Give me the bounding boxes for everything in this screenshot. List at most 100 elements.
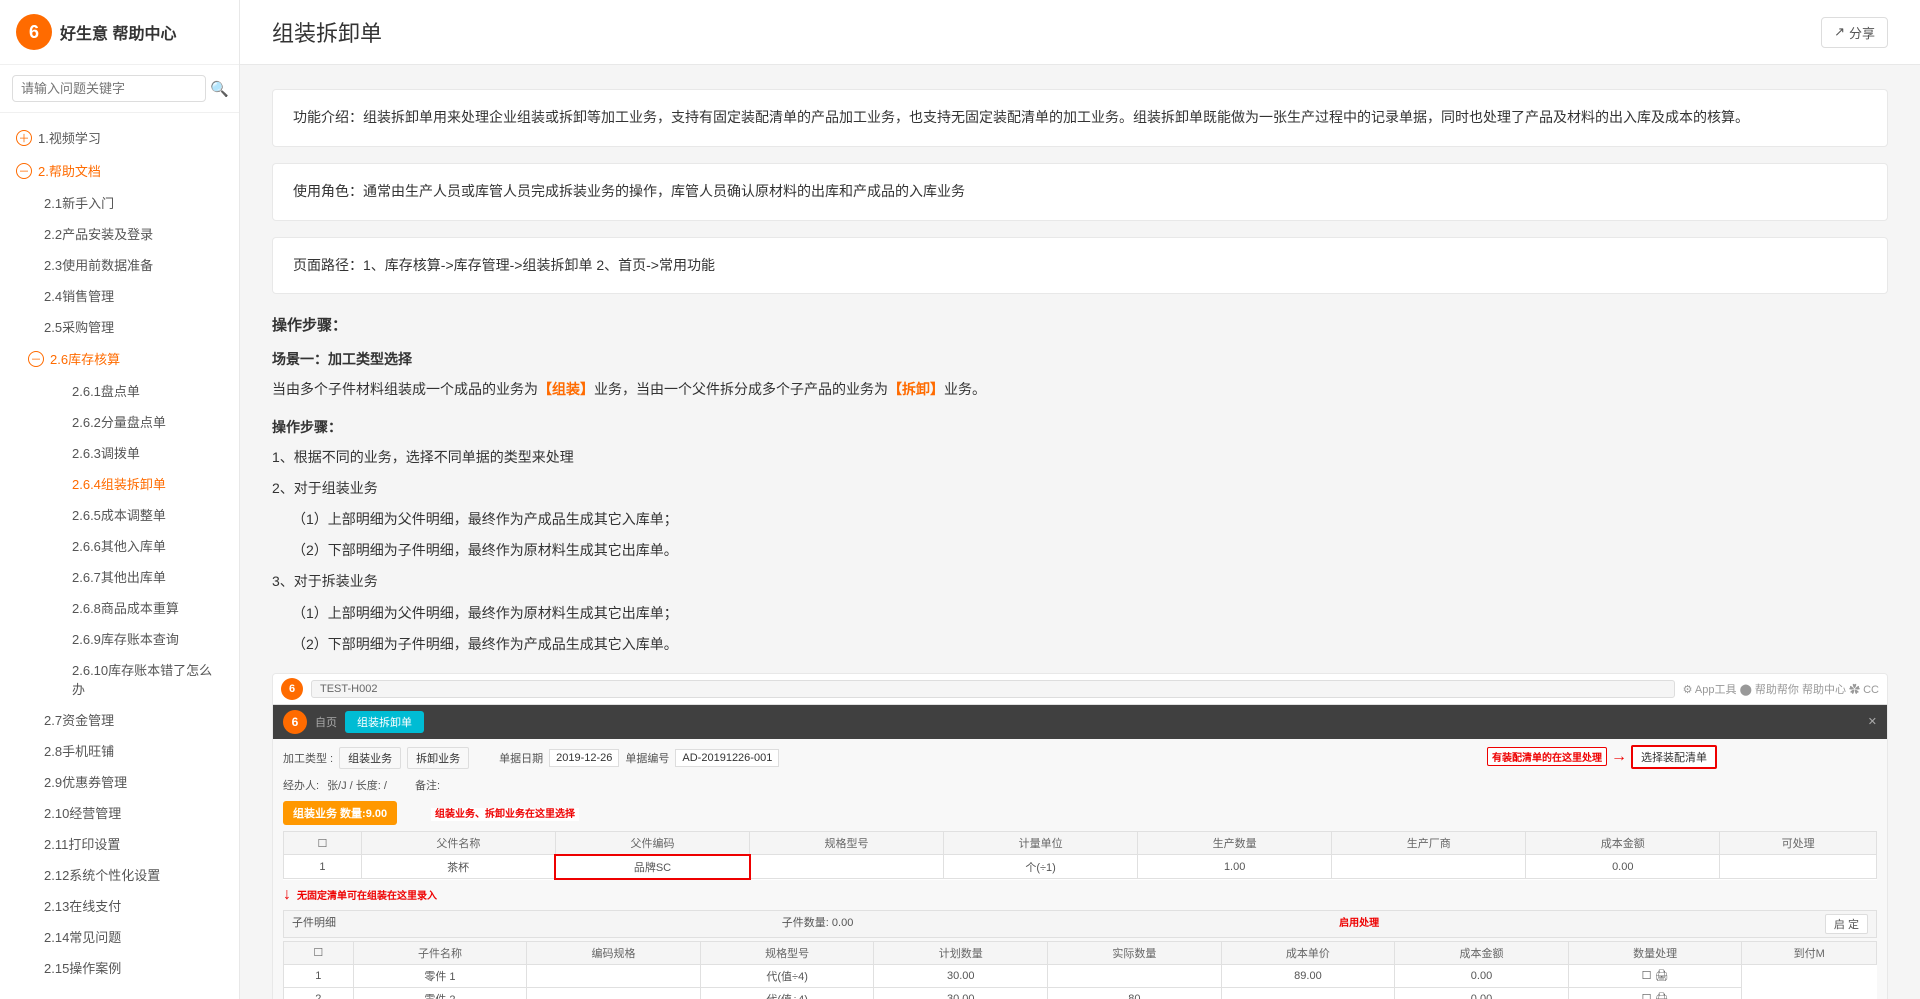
sidebar-item-2-4[interactable]: 2.4销售管理 [28,280,239,311]
sidebar-item-help-label: 2.帮助文档 [38,161,101,180]
ss-col-qty: 生产数量 [1138,831,1332,855]
ss-tab-active[interactable]: 组装拆卸单 [345,711,424,733]
annotation-enable: 启用处理 [1339,914,1379,934]
role-intro-block: 使用角色：通常由生产人员或库管人员完成拆装业务的操作，库管人员确认原材料的出库和… [272,163,1888,221]
sidebar-item-2-2[interactable]: 2.2产品安装及登录 [28,218,239,249]
main-header: 组装拆卸单 ↗ 分享 [240,0,1920,65]
ss-date-value[interactable]: 2019-12-26 [549,749,619,767]
ss-col-unit: 计量单位 [944,831,1138,855]
ss-date-label: 单据日期 [499,750,543,766]
annotation-no-bom: 无固定清单可在组装在这里录入 [297,887,437,902]
search-input[interactable] [12,75,206,102]
sidebar-item-video[interactable]: ＋ 1.视频学习 [0,121,239,154]
plus-icon: ＋ [16,130,32,146]
ss-enable-btn[interactable]: 启 定 [1825,914,1868,934]
ss-section-label-container: 组装业务 数量:9.00 组装业务、拆卸业务在这里选择 [283,801,1877,825]
ss-order-value[interactable]: AD-20191226-001 [675,749,779,767]
sidebar-item-help-docs[interactable]: － 2.帮助文档 2.1新手入门 2.2产品安装及登录 2.3使用前数据准备 2… [0,154,239,983]
steps-title: 操作步骤： [272,417,1888,437]
step-1: 1、根据不同的业务，选择不同单据的类型来处理 [272,445,1888,470]
sidebar-item-2-6-4[interactable]: 2.6.4组装拆卸单 [56,468,239,499]
ss-info-row: 经办人: 张/J / 长度: / 备注: [283,777,1877,793]
ss-topbar: 6 TEST-H002 ⚙ App工具 ⬤ 帮助帮你 帮助中心 ✿ CC [273,674,1887,705]
sidebar-item-2-14[interactable]: 2.14常见问题 [28,921,239,952]
step-2: 2、对于组装业务 [272,476,1888,501]
search-area: 🔍 [0,65,239,113]
scene1-title: 场景一：加工类型选择 [272,349,1888,369]
ss-col-mfr: 生产厂商 [1332,831,1526,855]
sidebar-item-2-3[interactable]: 2.3使用前数据准备 [28,249,239,280]
scene1-desc: 当由多个子件材料组装成一个成品的业务为【组装】业务，当由一个父件拆分成多个子产品… [272,377,1888,402]
sidebar-item-2-6-7[interactable]: 2.6.7其他出库单 [56,561,239,592]
table-row: 2 零件 2 代(值÷4) 30.00 80 0.00 ☐ 🖨 [284,987,1877,999]
nav-tree: ＋ 1.视频学习 － 2.帮助文档 2.1新手入门 2.2产品安装及登录 2.3… [0,113,239,999]
main-content: 组装拆卸单 ↗ 分享 功能介绍：组装拆卸单用来处理企业组装或拆卸等加工业务，支持… [240,0,1920,999]
page-title: 组装拆卸单 [272,16,382,48]
ss-type-label: 加工类型 : [283,750,333,766]
annotation-type-select: 组装业务、拆卸业务在这里选择 [431,808,579,821]
annotation-no-bom-container: ↓ 无固定清单可在组装在这里录入 [283,886,1877,904]
ss-order-label: 单据编号 [625,750,669,766]
table-row: 1 茶杯 品牌SC 个(÷1) 1.00 0.00 [284,855,1877,879]
sidebar-item-2-11[interactable]: 2.11打印设置 [28,828,239,859]
ss-nav-right: ✕ [1868,715,1877,728]
ss-nav-bar: 6 自页 组装拆卸单 ✕ [273,705,1887,739]
sidebar-item-2-5[interactable]: 2.5采购管理 [28,311,239,342]
step-2-2: （2）下部明细为子件明细，最终作为原材料生成其它出库单。 [272,538,1888,563]
ss-parent-table: ☐ 父件名称 父件编码 规格型号 计量单位 生产数量 生产厂商 成本金额 可处理 [283,831,1877,880]
ss-url-bar: TEST-H002 [311,680,1675,698]
sidebar-item-2-1[interactable]: 2.1新手入门 [28,187,239,218]
sidebar-item-2-8[interactable]: 2.8手机旺铺 [28,735,239,766]
sidebar-item-2-6-1[interactable]: 2.6.1盘点单 [56,375,239,406]
sidebar-item-2-15[interactable]: 2.15操作案例 [28,952,239,983]
sidebar-item-2-6-9[interactable]: 2.6.9库存账本查询 [56,623,239,654]
function-intro-block: 功能介绍：组装拆卸单用来处理企业组装或拆卸等加工业务，支持有固定装配清单的产品加… [272,89,1888,147]
table-row: 1 零件 1 代(值÷4) 30.00 89.00 0.00 ☐ 🖨 [284,964,1877,987]
ss-sub-header: 子件明细 子件数量: 0.00 启用处理 启 定 [283,910,1877,938]
ss-col-checkbox: ☐ [284,831,362,855]
logo-area: 6 好生意 帮助中心 [0,0,239,65]
ss-col-parent-name: 父件名称 [361,831,555,855]
sidebar-item-2-6-2[interactable]: 2.6.2分量盘点单 [56,406,239,437]
path-intro-text: 页面路径：1、库存核算->库存管理->组装拆卸单 2、首页->常用功能 [293,257,715,273]
help-docs-subitems: 2.1新手入门 2.2产品安装及登录 2.3使用前数据准备 2.4销售管理 2.… [0,187,239,983]
ss-type-btn-disassembly[interactable]: 拆卸业务 [407,747,469,769]
share-button[interactable]: ↗ 分享 [1821,17,1888,48]
sidebar-item-2-12[interactable]: 2.12系统个性化设置 [28,859,239,890]
annotation-bom: 有装配清单的在这里处理 → 选择装配清单 [1487,745,1717,769]
role-intro-text: 使用角色：通常由生产人员或库管人员完成拆装业务的操作，库管人员确认原材料的出库和… [293,183,965,199]
sidebar-item-2-6-label: 2.6库存核算 [50,349,120,368]
ss-browser-logo: 6 [281,678,303,700]
function-intro-text: 功能介绍：组装拆卸单用来处理企业组装或拆卸等加工业务，支持有固定装配清单的产品加… [293,109,1749,125]
sidebar-item-2-13[interactable]: 2.13在线支付 [28,890,239,921]
ss-assembly-header: 组装业务 数量:9.00 [283,801,397,825]
app-name: 好生意 帮助中心 [60,20,176,44]
sidebar: 6 好生意 帮助中心 🔍 ＋ 1.视频学习 － 2.帮助文档 2.1新手入门 2… [0,0,240,999]
sidebar-item-2-9[interactable]: 2.9优惠券管理 [28,766,239,797]
ss-form-fields: 单据日期 2019-12-26 单据编号 AD-20191226-001 [499,749,779,767]
ss-type-row: 加工类型 : 组装业务 拆卸业务 单据日期 2019-12-26 单据编号 AD… [283,747,1877,769]
ss-bom-select-btn[interactable]: 选择装配清单 [1631,745,1717,769]
annotation-arrow-1: → [1611,748,1627,766]
ss-type-btn-assembly[interactable]: 组装业务 [339,747,401,769]
sidebar-item-2-6-6[interactable]: 2.6.6其他入库单 [56,530,239,561]
sidebar-item-2-6[interactable]: － 2.6库存核算 2.6.1盘点单 2.6.2分量盘点单 2.6.3调拨单 2… [28,342,239,704]
sidebar-item-2-7[interactable]: 2.7资金管理 [28,704,239,735]
sidebar-item-2-6-8[interactable]: 2.6.8商品成本重算 [56,592,239,623]
sidebar-item-2-6-3[interactable]: 2.6.3调拨单 [56,437,239,468]
content-area: 功能介绍：组装拆卸单用来处理企业组装或拆卸等加工业务，支持有固定装配清单的产品加… [240,65,1920,999]
step-3: 3、对于拆装业务 [272,569,1888,594]
screenshot-container: 6 TEST-H002 ⚙ App工具 ⬤ 帮助帮你 帮助中心 ✿ CC 6 自… [272,673,1888,999]
sidebar-item-2-6-10[interactable]: 2.6.10库存账本错了怎么办 [56,654,239,704]
sidebar-item-2-6-5[interactable]: 2.6.5成本调整单 [56,499,239,530]
ss-nav-home: 自页 [315,714,337,730]
sidebar-item-2-10[interactable]: 2.10经营管理 [28,797,239,828]
ss-nav-logo: 6 [283,710,307,734]
share-label: 分享 [1849,23,1875,42]
operation-title: 操作步骤： [272,314,1888,335]
search-button[interactable]: 🔍 [206,76,233,102]
ss-sub-table: ☐ 子件名称 编码规格 规格型号 计划数量 实际数量 成本单价 成本金额 数量处… [283,941,1877,999]
ss-main-content: 加工类型 : 组装业务 拆卸业务 单据日期 2019-12-26 单据编号 AD… [273,739,1887,999]
step-2-1: （1）上部明细为父件明细，最终作为产成品生成其它入库单； [272,507,1888,532]
path-intro-block: 页面路径：1、库存核算->库存管理->组装拆卸单 2、首页->常用功能 [272,237,1888,295]
